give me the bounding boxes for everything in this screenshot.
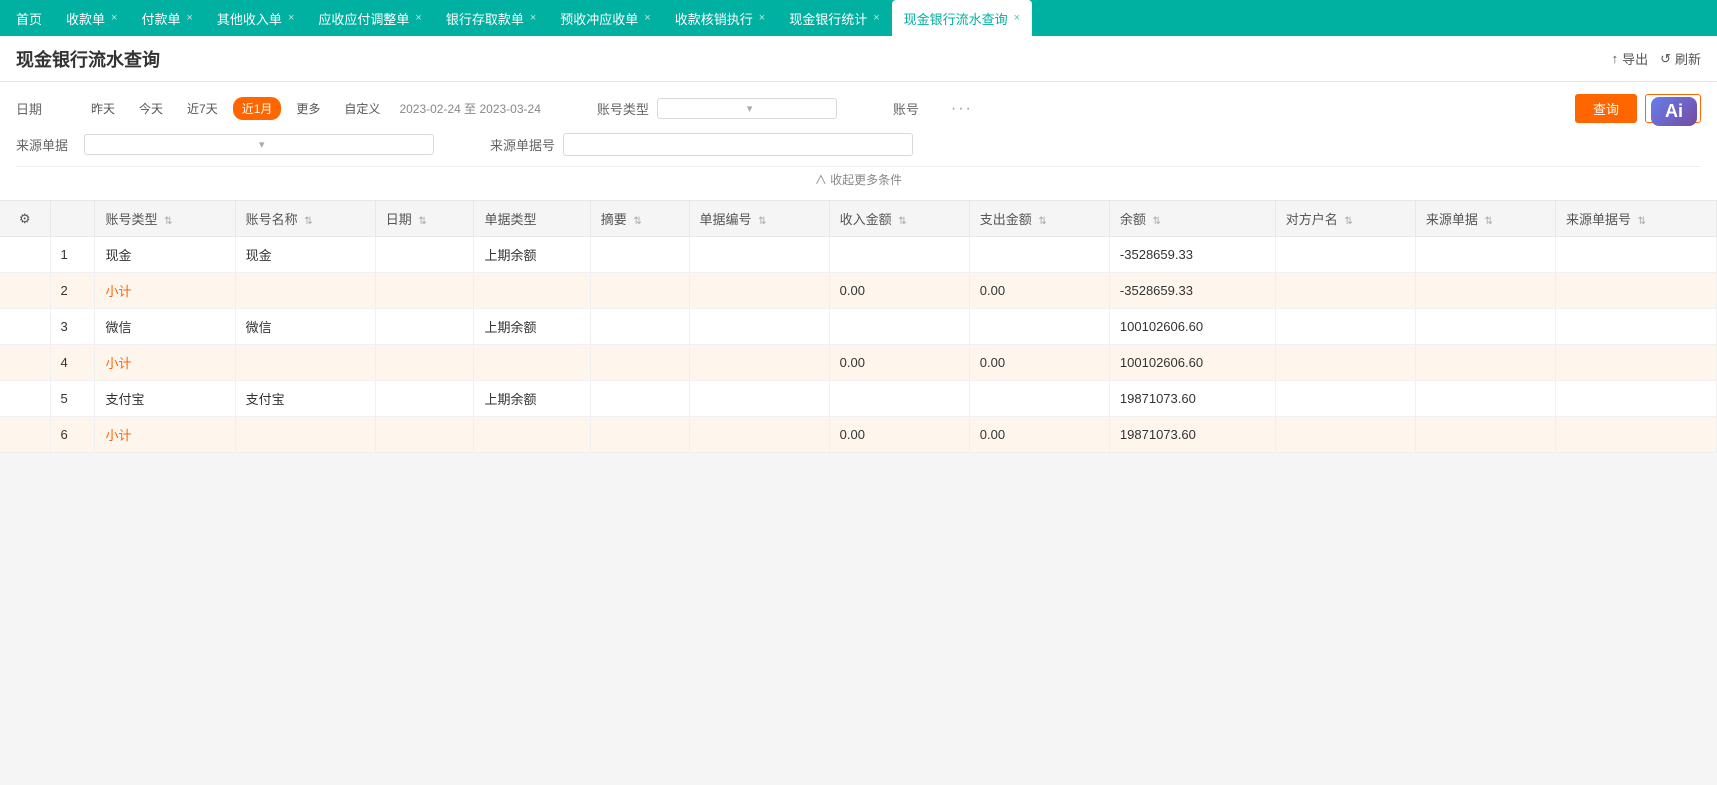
date-label: 日期 [16,99,66,118]
column-expense[interactable]: 支出金额 ⇅ [969,201,1109,237]
nav-verify[interactable]: 收款核销执行 × [663,0,777,36]
column-source-doc[interactable]: 来源单据 ⇅ [1415,201,1555,237]
close-icon[interactable]: × [873,12,879,24]
nav-cash-stats[interactable]: 现金银行统计 × [777,0,891,36]
source-doc-num-input[interactable] [563,133,913,156]
page-header: 现金银行流水查询 ↑ 导出 ↺ 刷新 [0,36,1717,82]
source-doc-select[interactable]: ▾ [84,134,434,155]
nav-pre-receive[interactable]: 预收冲应收单 × [548,0,662,36]
column-balance[interactable]: 余额 ⇅ [1109,201,1275,237]
table-row: 4小计0.000.00100102606.60 [0,345,1717,381]
account-type-label: 账号类型 [597,99,649,118]
cash-flow-table: ⚙ 账号类型 ⇅ 账号名称 ⇅ 日期 ⇅ 单据类型 摘要 ⇅ 单据编号 ⇅ 收入… [0,201,1717,453]
ai-badge[interactable]: Ai [1651,97,1697,126]
source-doc-label: 来源单据 [16,135,68,154]
close-icon[interactable]: × [415,12,421,24]
column-seq [50,201,95,237]
filter-area: 日期 昨天 今天 近7天 近1月 更多 自定义 2023-02-24 至 202… [0,82,1717,201]
nav-receive[interactable]: 收款单 × [54,0,129,36]
top-nav: 首页 收款单 × 付款单 × 其他收入单 × 应收应付调整单 × 银行存取款单 … [0,0,1717,36]
account-type-select[interactable]: ▾ [657,98,837,119]
column-account-name[interactable]: 账号名称 ⇅ [235,201,375,237]
filter-row-source: 来源单据 ▾ 来源单据号 [16,133,1701,156]
close-icon[interactable]: × [288,12,294,24]
nav-bank-deposit[interactable]: 银行存取款单 × [434,0,548,36]
nav-pay[interactable]: 付款单 × [129,0,204,36]
column-income[interactable]: 收入金额 ⇅ [829,201,969,237]
collapse-conditions-button[interactable]: ∧ 收起更多条件 [16,166,1701,192]
refresh-button[interactable]: ↺ 刷新 [1660,49,1701,68]
chevron-down-icon: ▾ [747,102,828,115]
header-actions: ↑ 导出 ↺ 刷新 [1612,49,1701,68]
page-title: 现金银行流水查询 [16,46,160,72]
column-gear[interactable]: ⚙ [0,201,50,237]
date-range: 2023-02-24 至 2023-03-24 [399,100,540,117]
table-container: ⚙ 账号类型 ⇅ 账号名称 ⇅ 日期 ⇅ 单据类型 摘要 ⇅ 单据编号 ⇅ 收入… [0,201,1717,453]
export-button[interactable]: ↑ 导出 [1612,49,1649,68]
filter-row-date: 日期 昨天 今天 近7天 近1月 更多 自定义 2023-02-24 至 202… [16,94,1701,123]
table-row: 6小计0.000.0019871073.60 [0,417,1717,453]
nav-adjust[interactable]: 应收应付调整单 × [306,0,433,36]
account-dots-button[interactable]: ··· [951,100,973,118]
column-doc-type: 单据类型 [474,201,590,237]
date-btn-custom[interactable]: 自定义 [335,97,389,120]
table-row: 3微信微信上期余额100102606.60 [0,309,1717,345]
column-account-type[interactable]: 账号类型 ⇅ [95,201,235,237]
chevron-down-icon: ▾ [259,138,425,151]
source-doc-num-label: 来源单据号 [490,135,555,154]
refresh-icon: ↺ [1660,51,1671,67]
column-summary[interactable]: 摘要 ⇅ [590,201,689,237]
nav-home[interactable]: 首页 [4,0,54,36]
column-doc-no[interactable]: 单据编号 ⇅ [689,201,829,237]
table-row: 2小计0.000.00-3528659.33 [0,273,1717,309]
table-header-row: ⚙ 账号类型 ⇅ 账号名称 ⇅ 日期 ⇅ 单据类型 摘要 ⇅ 单据编号 ⇅ 收入… [0,201,1717,237]
close-icon[interactable]: × [644,12,650,24]
column-date[interactable]: 日期 ⇅ [375,201,474,237]
query-button[interactable]: 查询 [1575,94,1637,123]
close-icon[interactable]: × [186,12,192,24]
table-row: 1现金现金上期余额-3528659.33 [0,237,1717,273]
date-btn-more[interactable]: 更多 [287,97,329,120]
close-icon[interactable]: × [111,12,117,24]
nav-other-income[interactable]: 其他收入单 × [205,0,306,36]
date-btn-today[interactable]: 今天 [130,97,172,120]
account-label: 账号 [893,99,943,118]
date-btn-1month[interactable]: 近1月 [233,97,282,120]
date-btn-7days[interactable]: 近7天 [178,97,227,120]
date-options: 昨天 今天 近7天 近1月 更多 自定义 2023-02-24 至 2023-0… [82,97,541,120]
column-counterpart[interactable]: 对方户名 ⇅ [1275,201,1415,237]
nav-cash-flow[interactable]: 现金银行流水查询 × [892,0,1032,36]
export-icon: ↑ [1612,51,1619,66]
close-icon[interactable]: × [759,12,765,24]
close-icon[interactable]: × [530,12,536,24]
close-icon[interactable]: × [1014,12,1020,24]
table-row: 5支付宝支付宝上期余额19871073.60 [0,381,1717,417]
column-source-doc-no[interactable]: 来源单据号 ⇅ [1556,201,1717,237]
date-btn-yesterday[interactable]: 昨天 [82,97,124,120]
